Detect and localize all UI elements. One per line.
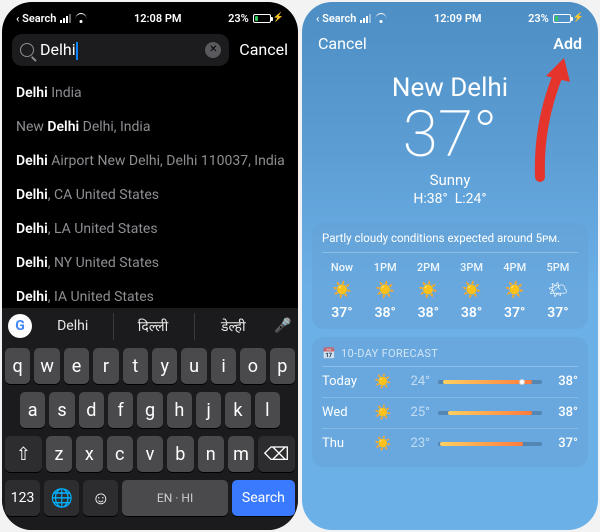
key-j[interactable]: j <box>196 392 221 428</box>
hourly-item: 5PM🌤37° <box>538 261 578 321</box>
key-s[interactable]: s <box>49 392 74 428</box>
keyboard: G Delhi दिल्ली डेल्ही 🎤 qwertyuiop asdfg… <box>2 308 298 530</box>
key-d[interactable]: d <box>79 392 104 428</box>
cancel-button[interactable]: Cancel <box>239 40 288 59</box>
wifi-icon <box>75 14 87 23</box>
hi-lo: H:38° L:24° <box>302 191 598 207</box>
search-result[interactable]: Delhi Airport New Delhi, Delhi 110037, I… <box>2 144 298 178</box>
hourly-card[interactable]: Partly cloudy conditions expected around… <box>312 223 588 329</box>
key-l[interactable]: l <box>255 392 280 428</box>
key-backspace[interactable]: ⌫ <box>258 436 295 472</box>
clear-icon[interactable]: ✕ <box>205 42 221 58</box>
signal-icon <box>360 14 371 23</box>
battery-icon: ⚡ <box>253 13 284 23</box>
key-w[interactable]: w <box>34 348 59 384</box>
wifi-icon <box>375 14 387 23</box>
hourly-item: 3PM☀️38° <box>452 261 492 321</box>
key-c[interactable]: c <box>107 436 133 472</box>
search-result[interactable]: New Delhi Delhi, India <box>2 110 298 144</box>
search-row: Delhi ✕ Cancel <box>2 30 298 74</box>
calendar-icon: 📅 <box>322 347 336 360</box>
key-t[interactable]: t <box>123 348 148 384</box>
google-icon[interactable]: G <box>8 314 32 338</box>
back-label[interactable]: ‹ Search <box>16 12 56 25</box>
hourly-item: 2PM☀️38° <box>408 261 448 321</box>
key-u[interactable]: u <box>181 348 206 384</box>
suggestion-bar: G Delhi दिल्ली डेल्ही 🎤 <box>2 308 298 344</box>
key-m[interactable]: m <box>228 436 254 472</box>
signal-icon <box>60 14 71 23</box>
forecast-row: Today☀️24°38° <box>322 367 578 398</box>
key-e[interactable]: e <box>64 348 89 384</box>
search-input[interactable]: Delhi ✕ <box>12 34 229 66</box>
key-b[interactable]: b <box>167 436 193 472</box>
hourly-item: 1PM☀️38° <box>365 261 405 321</box>
battery-icon: ⚡ <box>553 13 584 23</box>
key-v[interactable]: v <box>137 436 163 472</box>
forecast-title: 📅10-DAY FORECAST <box>322 345 578 367</box>
key-globe[interactable]: 🌐 <box>44 480 79 516</box>
battery-pct: 23% <box>228 12 249 25</box>
key-search[interactable]: Search <box>232 480 295 516</box>
key-y[interactable]: y <box>152 348 177 384</box>
clock: 12:09 PM <box>434 12 482 25</box>
search-result[interactable]: Delhi India <box>2 76 298 110</box>
suggestion[interactable]: दिल्ली <box>113 313 191 340</box>
key-emoji[interactable]: ☺ <box>83 480 118 516</box>
key-space[interactable]: EN · HI <box>122 480 227 516</box>
forecast-card[interactable]: 📅10-DAY FORECAST Today☀️24°38°Wed☀️25°38… <box>312 337 588 467</box>
current-weather: New Delhi 37° Sunny H:38° L:24° <box>302 55 598 215</box>
suggestion[interactable]: डेल्ही <box>194 313 272 340</box>
key-shift[interactable]: ⇧ <box>5 436 42 472</box>
key-p[interactable]: p <box>270 348 295 384</box>
weather-add-screen: ‹ Search 12:09 PM 23% ⚡ Cancel Add New D… <box>302 2 598 530</box>
key-f[interactable]: f <box>108 392 133 428</box>
hourly-item: Now☀️37° <box>322 261 362 321</box>
current-temp: 37° <box>302 103 598 167</box>
search-result[interactable]: Delhi, LA United States <box>2 212 298 246</box>
key-numbers[interactable]: 123 <box>5 480 40 516</box>
key-r[interactable]: r <box>93 348 118 384</box>
cancel-button[interactable]: Cancel <box>318 34 367 53</box>
key-h[interactable]: h <box>167 392 192 428</box>
key-x[interactable]: x <box>76 436 102 472</box>
battery-pct: 23% <box>528 12 549 25</box>
search-screen: ‹ Search 12:08 PM 23% ⚡ Delhi ✕ Cancel D… <box>2 2 298 530</box>
key-n[interactable]: n <box>198 436 224 472</box>
key-q[interactable]: q <box>5 348 30 384</box>
key-k[interactable]: k <box>225 392 250 428</box>
clock: 12:08 PM <box>134 12 182 25</box>
key-o[interactable]: o <box>240 348 265 384</box>
condition: Sunny <box>302 171 598 189</box>
suggestion[interactable]: Delhi <box>34 314 111 338</box>
forecast-row: Thu☀️23°37° <box>322 429 578 459</box>
status-bar: ‹ Search 12:08 PM 23% ⚡ <box>2 2 298 30</box>
search-result[interactable]: Delhi, CA United States <box>2 178 298 212</box>
mic-icon[interactable]: 🎤 <box>274 317 292 335</box>
key-a[interactable]: a <box>20 392 45 428</box>
forecast-row: Wed☀️25°38° <box>322 398 578 429</box>
hourly-item: 4PM☀️37° <box>495 261 535 321</box>
key-g[interactable]: g <box>137 392 162 428</box>
status-bar: ‹ Search 12:09 PM 23% ⚡ <box>302 2 598 30</box>
back-label[interactable]: ‹ Search <box>316 12 356 25</box>
add-button[interactable]: Add <box>553 34 582 53</box>
search-result[interactable]: Delhi, NY United States <box>2 246 298 280</box>
hourly-caption: Partly cloudy conditions expected around… <box>322 231 578 253</box>
key-z[interactable]: z <box>46 436 72 472</box>
key-i[interactable]: i <box>211 348 236 384</box>
search-icon <box>20 43 34 57</box>
